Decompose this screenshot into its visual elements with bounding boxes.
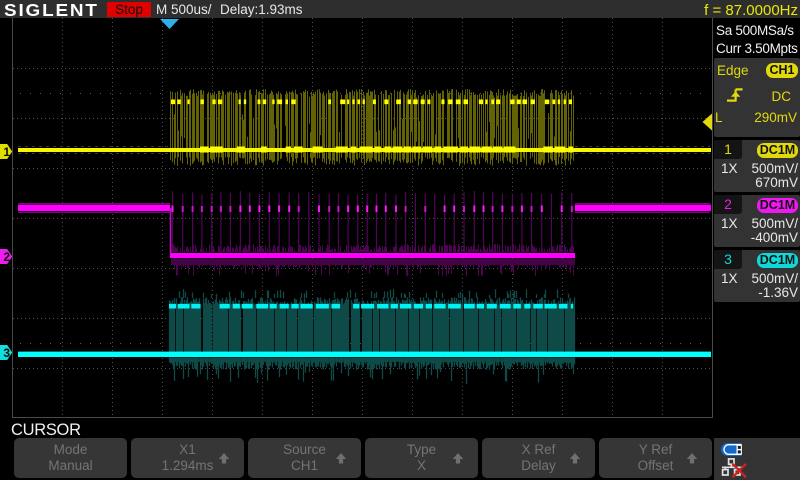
svg-text:2: 2 [3,250,10,264]
svg-text:3: 3 [3,346,10,360]
svg-text:1: 1 [3,145,10,159]
